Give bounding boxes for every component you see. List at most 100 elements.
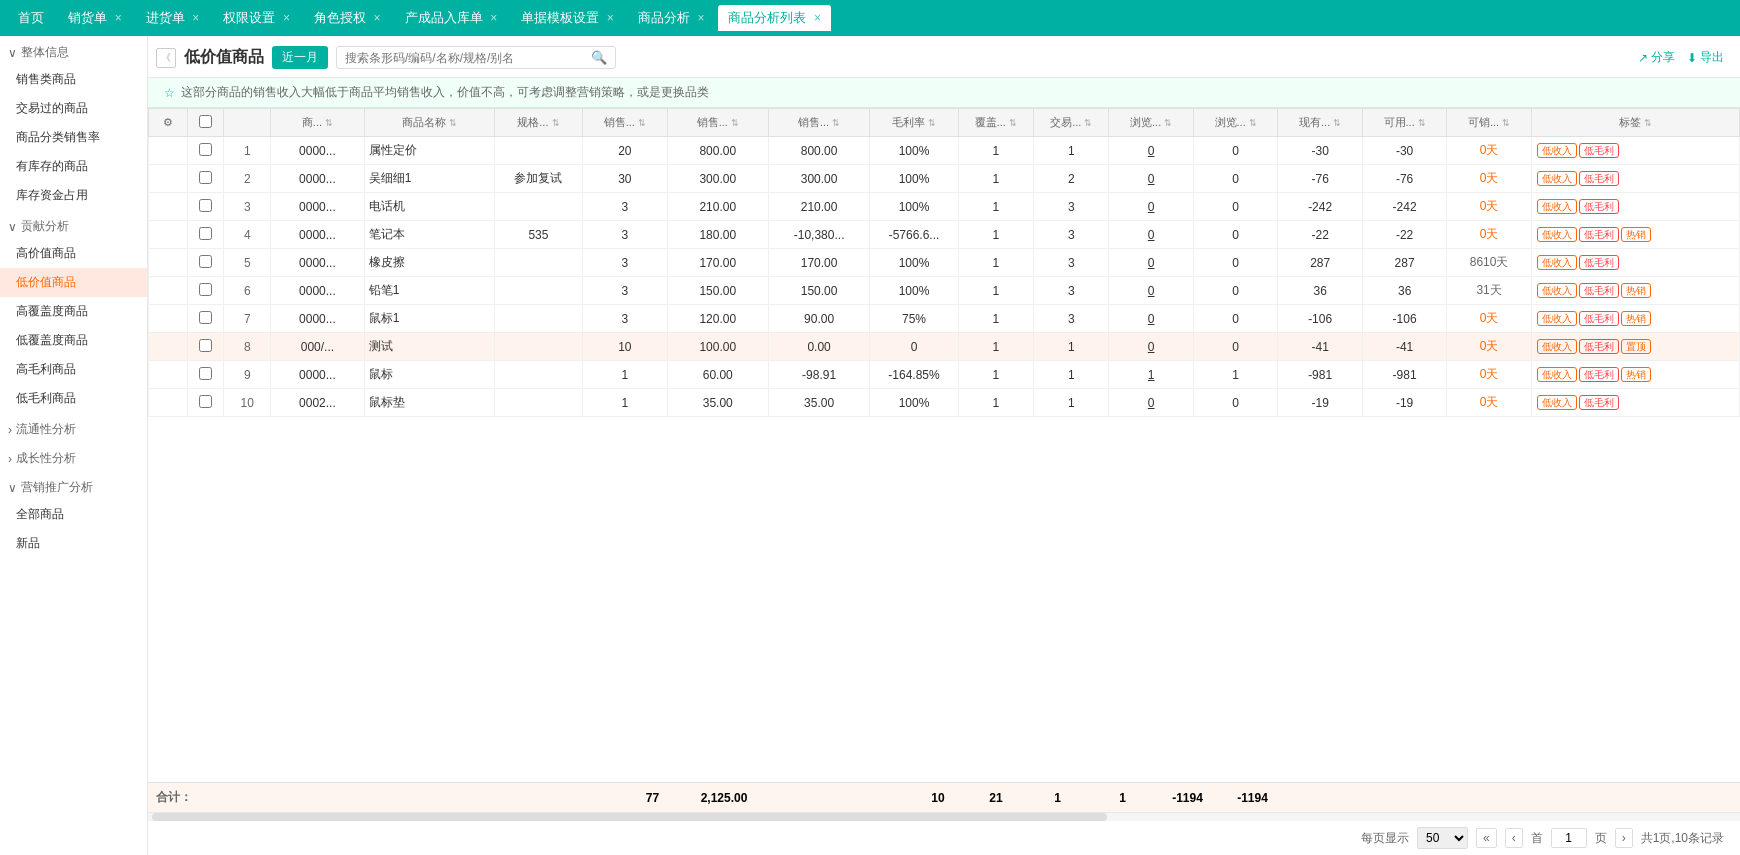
sidebar-item-stock-fund[interactable]: 库存资金占用: [0, 181, 147, 210]
nav-salesorder[interactable]: 销货单 ×: [58, 5, 132, 31]
col-saleqty-header[interactable]: 销售... ⇅: [583, 109, 667, 137]
check-cell[interactable]: [187, 305, 223, 333]
col-saleavg-header[interactable]: 销售... ⇅: [768, 109, 869, 137]
browse1-cell[interactable]: 0: [1109, 305, 1193, 333]
check-cell[interactable]: [187, 221, 223, 249]
row-checkbox[interactable]: [199, 283, 212, 296]
browse1-cell[interactable]: 0: [1109, 193, 1193, 221]
sidebar-item-high-value[interactable]: 高价值商品: [0, 239, 147, 268]
nav-product-inbound[interactable]: 产成品入库单 ×: [395, 5, 508, 31]
col-stock-header[interactable]: 现有... ⇅: [1278, 109, 1362, 137]
check-cell[interactable]: [187, 389, 223, 417]
row-checkbox[interactable]: [199, 367, 212, 380]
check-cell[interactable]: [187, 249, 223, 277]
browse1-link[interactable]: 1: [1148, 368, 1155, 382]
nav-product-analysis-list[interactable]: 商品分析列表 ×: [718, 5, 831, 31]
browse1-cell[interactable]: 0: [1109, 249, 1193, 277]
sidebar-item-new-products[interactable]: 新品: [0, 529, 147, 558]
export-button[interactable]: ⬇ 导出: [1687, 49, 1724, 66]
nav-roles[interactable]: 角色授权 ×: [304, 5, 391, 31]
sidebar-group-marketing[interactable]: ∨ 营销推广分析: [0, 471, 147, 500]
sidebar-item-low-value[interactable]: 低价值商品: [0, 268, 147, 297]
row-checkbox[interactable]: [199, 171, 212, 184]
col-browse2-header[interactable]: 浏览... ⇅: [1193, 109, 1277, 137]
page-input[interactable]: [1551, 828, 1587, 848]
next-page-button[interactable]: ›: [1615, 828, 1633, 848]
scrollbar[interactable]: [148, 813, 1740, 821]
col-gross-header[interactable]: 毛利率 ⇅: [870, 109, 958, 137]
browse1-cell[interactable]: 0: [1109, 137, 1193, 165]
check-cell[interactable]: [187, 333, 223, 361]
table-row[interactable]: 4 0000... 笔记本 535 3 180.00 -10,380... -5…: [149, 221, 1740, 249]
sidebar-group-growth[interactable]: › 成长性分析: [0, 442, 147, 471]
page-size-select[interactable]: 50 100: [1417, 827, 1468, 849]
table-row[interactable]: 5 0000... 橡皮擦 3 170.00 170.00 100% 1 3 0…: [149, 249, 1740, 277]
row-checkbox[interactable]: [199, 227, 212, 240]
check-cell[interactable]: [187, 277, 223, 305]
table-row[interactable]: 6 0000... 铅笔1 3 150.00 150.00 100% 1 3 0…: [149, 277, 1740, 305]
search-icon[interactable]: 🔍: [591, 50, 607, 65]
sidebar-group-overall[interactable]: ∨ 整体信息: [0, 36, 147, 65]
col-saleamt-header[interactable]: 销售... ⇅: [667, 109, 768, 137]
col-name-header[interactable]: 商品名称 ⇅: [364, 109, 494, 137]
table-row[interactable]: 8 000/... 测试 10 100.00 0.00 0 1 1 0 0 -4…: [149, 333, 1740, 361]
check-cell[interactable]: [187, 137, 223, 165]
sidebar-item-low-coverage[interactable]: 低覆盖度商品: [0, 326, 147, 355]
col-spec-header[interactable]: 规格... ⇅: [494, 109, 582, 137]
col-cover-header[interactable]: 覆盖... ⇅: [958, 109, 1033, 137]
close-icon[interactable]: ×: [283, 11, 290, 25]
browse1-cell[interactable]: 0: [1109, 389, 1193, 417]
collapse-sidebar-button[interactable]: 《: [156, 48, 176, 68]
sidebar-item-all-products[interactable]: 全部商品: [0, 500, 147, 529]
nav-home[interactable]: 首页: [8, 5, 54, 31]
close-icon[interactable]: ×: [490, 11, 497, 25]
col-check-all[interactable]: [187, 109, 223, 137]
nav-permissions[interactable]: 权限设置 ×: [213, 5, 300, 31]
row-checkbox[interactable]: [199, 311, 212, 324]
check-cell[interactable]: [187, 165, 223, 193]
close-icon[interactable]: ×: [607, 11, 614, 25]
browse1-cell[interactable]: 0: [1109, 277, 1193, 305]
sidebar-item-low-margin[interactable]: 低毛利商品: [0, 384, 147, 413]
check-all-checkbox[interactable]: [199, 115, 212, 128]
nav-purchaseorder[interactable]: 进货单 ×: [136, 5, 210, 31]
close-icon[interactable]: ×: [697, 11, 704, 25]
close-icon[interactable]: ×: [374, 11, 381, 25]
row-checkbox[interactable]: [199, 395, 212, 408]
search-input[interactable]: [345, 51, 591, 65]
table-row[interactable]: 2 0000... 吴细细1 参加复试 30 300.00 300.00 100…: [149, 165, 1740, 193]
browse1-cell[interactable]: 0: [1109, 165, 1193, 193]
close-icon[interactable]: ×: [814, 11, 821, 25]
sidebar-group-circulation[interactable]: › 流通性分析: [0, 413, 147, 442]
nav-template-settings[interactable]: 单据模板设置 ×: [511, 5, 624, 31]
close-icon[interactable]: ×: [115, 11, 122, 25]
sidebar-group-contribution[interactable]: ∨ 贡献分析: [0, 210, 147, 239]
browse1-cell[interactable]: 0: [1109, 221, 1193, 249]
row-checkbox[interactable]: [199, 143, 212, 156]
col-trade-header[interactable]: 交易... ⇅: [1034, 109, 1109, 137]
col-tag-header[interactable]: 标签 ⇅: [1531, 109, 1739, 137]
browse1-cell[interactable]: 0: [1109, 333, 1193, 361]
table-row[interactable]: 9 0000... 鼠标 1 60.00 -98.91 -164.85% 1 1…: [149, 361, 1740, 389]
row-checkbox[interactable]: [199, 199, 212, 212]
share-button[interactable]: ↗ 分享: [1638, 49, 1675, 66]
sidebar-item-stock-products[interactable]: 有库存的商品: [0, 152, 147, 181]
col-code-header[interactable]: 商... ⇅: [271, 109, 365, 137]
table-row[interactable]: 10 0002... 鼠标垫 1 35.00 35.00 100% 1 1 0 …: [149, 389, 1740, 417]
table-row[interactable]: 1 0000... 属性定价 20 800.00 800.00 100% 1 1…: [149, 137, 1740, 165]
nav-product-analysis[interactable]: 商品分析 ×: [628, 5, 715, 31]
sidebar-item-traded-products[interactable]: 交易过的商品: [0, 94, 147, 123]
row-checkbox[interactable]: [199, 339, 212, 352]
table-row[interactable]: 3 0000... 电话机 3 210.00 210.00 100% 1 3 0…: [149, 193, 1740, 221]
browse1-cell[interactable]: 1: [1109, 361, 1193, 389]
row-checkbox[interactable]: [199, 255, 212, 268]
table-row[interactable]: 7 0000... 鼠标1 3 120.00 90.00 75% 1 3 0 0…: [149, 305, 1740, 333]
sidebar-item-high-margin[interactable]: 高毛利商品: [0, 355, 147, 384]
prev-page-button[interactable]: ‹: [1505, 828, 1523, 848]
filter-recent-month-button[interactable]: 近一月: [272, 46, 328, 69]
sidebar-item-sales-products[interactable]: 销售类商品: [0, 65, 147, 94]
sidebar-item-high-coverage[interactable]: 高覆盖度商品: [0, 297, 147, 326]
check-cell[interactable]: [187, 193, 223, 221]
sidebar-item-category-rate[interactable]: 商品分类销售率: [0, 123, 147, 152]
first-page-button[interactable]: «: [1476, 828, 1497, 848]
